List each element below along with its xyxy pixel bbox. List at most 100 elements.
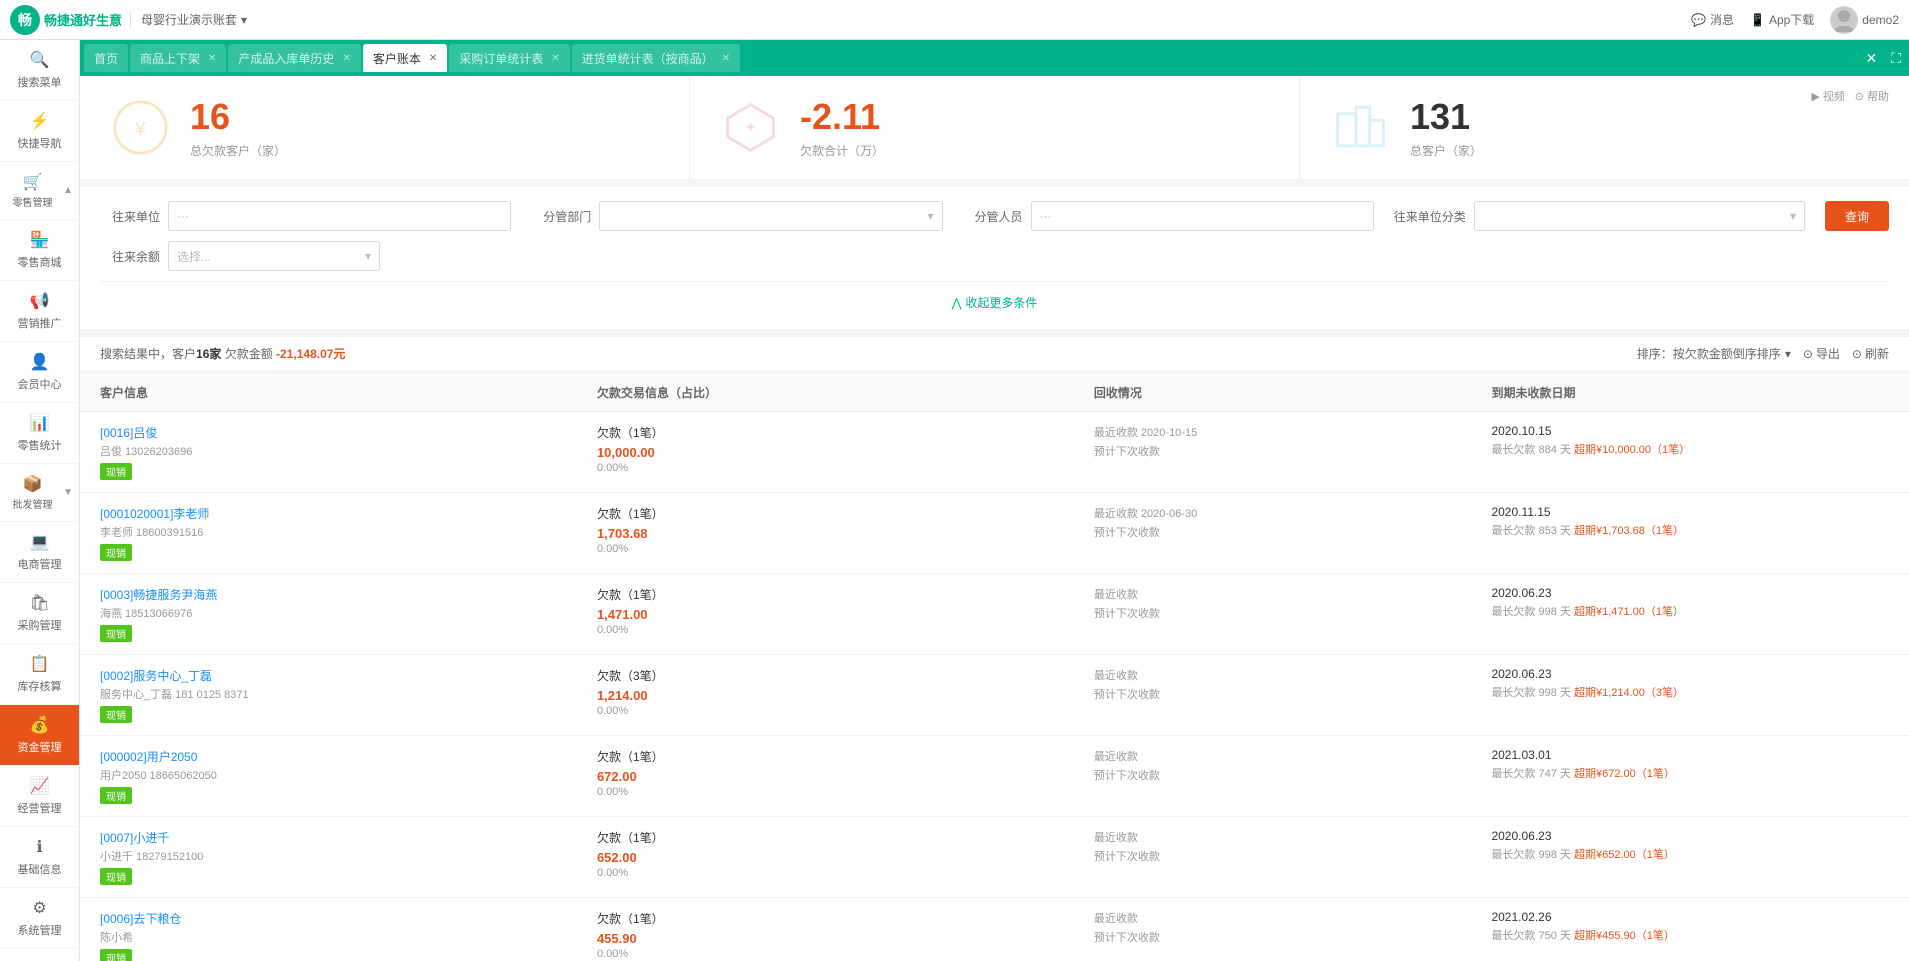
sidebar-item-basic-info[interactable]: ℹ 基础信息 bbox=[0, 827, 79, 888]
debt-info-cell: 欠款（1笔） 1,703.68 0.00% bbox=[597, 505, 1094, 555]
sort-selector[interactable]: 排序：按欠款金额倒序排序 ▾ bbox=[1637, 345, 1791, 362]
overdue-link[interactable]: 超期¥10,000.00（1笔） bbox=[1574, 444, 1690, 456]
sidebar-item-retail-mgmt[interactable]: 🛒 零售管理 ▲ bbox=[0, 162, 79, 220]
export-btn[interactable]: ⊙ 导出 bbox=[1803, 345, 1840, 362]
results-customer-count: 16家 bbox=[196, 347, 221, 361]
balance-label: 往来余额 bbox=[100, 248, 160, 265]
total-customers-info: 131 总客户（家） bbox=[1410, 96, 1879, 159]
tab-expand-btn[interactable]: ⛶ bbox=[1887, 48, 1905, 69]
overdue-link[interactable]: 超期¥652.00（1笔） bbox=[1574, 849, 1675, 861]
overdue-cell: 2020.06.23 最长欠款 998 天 超期¥1,471.00（1笔） bbox=[1491, 586, 1889, 619]
customer-name-link[interactable]: [0007]小进千 bbox=[100, 829, 597, 846]
collapse-btn[interactable]: ⋀ 收起更多条件 bbox=[952, 290, 1038, 315]
overdue-cell: 2020.10.15 最长欠款 884 天 超期¥10,000.00（1笔） bbox=[1491, 424, 1889, 457]
tab-product-listing-close[interactable]: ✕ bbox=[208, 53, 216, 64]
sidebar-item-retail-stats[interactable]: 📊 零售统计 bbox=[0, 403, 79, 464]
sidebar-item-finance[interactable]: 💰 资金管理 bbox=[0, 705, 79, 766]
overdue-link[interactable]: 超期¥1,703.68（1笔） bbox=[1574, 525, 1684, 537]
customer-name-link[interactable]: [0001020001]李老师 bbox=[100, 505, 597, 522]
total-customers-label: 总客户（家） bbox=[1410, 142, 1879, 159]
message-btn[interactable]: 💬 消息 bbox=[1691, 11, 1734, 28]
sidebar-item-ecommerce[interactable]: 💻 电商管理 bbox=[0, 522, 79, 583]
manager-placeholder: ··· bbox=[1040, 209, 1052, 223]
tab-customer-account-label: 客户账本 bbox=[373, 50, 421, 67]
sidebar-item-batch-mgmt[interactable]: 📦 批发管理 ▼ bbox=[0, 464, 79, 522]
tab-home[interactable]: 首页 bbox=[84, 44, 128, 72]
overdue-link[interactable]: 超期¥1,471.00（1笔） bbox=[1574, 606, 1684, 618]
sidebar-item-inventory[interactable]: 📋 库存核算 bbox=[0, 644, 79, 705]
customer-contact: 用户2050 18665062050 bbox=[100, 767, 597, 783]
store-selector[interactable]: 母婴行业演示账套 ▾ bbox=[130, 11, 247, 28]
tab-customer-account-close[interactable]: ✕ bbox=[429, 53, 437, 64]
view-btn[interactable]: ▶ 视频 bbox=[1811, 88, 1844, 104]
collection-cell: 最近收款 预计下次收款 bbox=[1094, 829, 1492, 864]
next-collect: 预计下次收款 bbox=[1094, 848, 1492, 864]
table-row: [0006]去下粮仓 陈小希 现销 欠款（1笔） 455.90 0.00% 最近… bbox=[80, 898, 1909, 961]
collapse-label: 收起更多条件 bbox=[965, 294, 1037, 311]
overdue-link[interactable]: 超期¥1,214.00（3笔） bbox=[1574, 687, 1684, 699]
tab-purchase-order-stats-close[interactable]: ✕ bbox=[551, 53, 559, 64]
debt-percent: 0.00% bbox=[597, 786, 1094, 798]
collection-cell: 最近收款 预计下次收款 bbox=[1094, 586, 1492, 621]
from-unit-input[interactable]: ··· bbox=[168, 201, 511, 231]
tab-purchase-stats-product-close[interactable]: ✕ bbox=[722, 53, 730, 64]
debt-info-cell: 欠款（1笔） 10,000.00 0.00% bbox=[597, 424, 1094, 474]
tab-purchase-order-stats[interactable]: 采购订单统计表 ✕ bbox=[449, 44, 569, 72]
overdue-days: 最长欠款 750 天 超期¥455.90（1笔） bbox=[1491, 927, 1889, 943]
debt-count: 欠款（1笔） bbox=[597, 910, 1094, 927]
tab-purchase-stats-product[interactable]: 进货单统计表（按商品） ✕ bbox=[572, 44, 740, 72]
user-profile[interactable]: demo2 bbox=[1830, 6, 1899, 34]
inventory-icon: 📋 bbox=[30, 654, 50, 674]
customer-name-link[interactable]: [0003]畅捷服务尹海燕 bbox=[100, 586, 597, 603]
customer-name-link[interactable]: [000002]用户2050 bbox=[100, 748, 597, 765]
customer-name-link[interactable]: [0006]去下粮仓 bbox=[100, 910, 597, 927]
logo-area: 畅 畅捷通好生意 bbox=[10, 5, 122, 35]
sidebar-item-operation[interactable]: 📈 经营管理 bbox=[0, 766, 79, 827]
sidebar-item-member-center[interactable]: 👤 会员中心 bbox=[0, 342, 79, 403]
tab-home-label: 首页 bbox=[94, 50, 118, 67]
tab-collapse-btn[interactable]: ✕ bbox=[1861, 48, 1881, 69]
debt-percent: 0.00% bbox=[597, 624, 1094, 636]
refresh-btn[interactable]: ⊙ 刷新 bbox=[1852, 345, 1889, 362]
unit-category-select[interactable]: ▾ bbox=[1474, 201, 1805, 231]
table-row: [0016]吕俊 吕俊 13026203696 现销 欠款（1笔） 10,000… bbox=[80, 412, 1909, 493]
col-debt-info: 欠款交易信息（占比） bbox=[597, 384, 1094, 401]
tab-production-history[interactable]: 产成品入库单历史 ✕ bbox=[228, 44, 360, 72]
overdue-cell: 2021.02.26 最长欠款 750 天 超期¥455.90（1笔） bbox=[1491, 910, 1889, 943]
stat-owe-customers: ¥ 16 总欠款客户（家） bbox=[80, 76, 690, 179]
app-download-btn[interactable]: 📱 App下载 bbox=[1750, 11, 1814, 28]
col-collection: 回收情况 bbox=[1094, 384, 1492, 401]
sidebar-item-quick-nav[interactable]: ⚡ 快捷导航 bbox=[0, 101, 79, 162]
filter-unit-category: 往来单位分类 ▾ bbox=[1394, 201, 1805, 231]
overdue-link[interactable]: 超期¥455.90（1笔） bbox=[1574, 930, 1675, 942]
customer-name-link[interactable]: [0002]服务中心_丁磊 bbox=[100, 667, 597, 684]
tab-product-listing[interactable]: 商品上下架 ✕ bbox=[130, 44, 226, 72]
tab-customer-account[interactable]: 客户账本 ✕ bbox=[363, 44, 447, 72]
customer-info-cell: [0016]吕俊 吕俊 13026203696 现销 bbox=[100, 424, 597, 480]
debt-amount: 455.90 bbox=[597, 931, 1094, 946]
owe-amount-info: -2.11 欠款合计（万） bbox=[800, 96, 1269, 159]
tab-production-history-close[interactable]: ✕ bbox=[342, 53, 350, 64]
customer-contact: 陈小希 bbox=[100, 929, 597, 945]
customer-name-link[interactable]: [0016]吕俊 bbox=[100, 424, 597, 441]
help-btn[interactable]: ⊙ 帮助 bbox=[1855, 88, 1889, 104]
results-prefix: 搜索结果中，客户 bbox=[100, 347, 196, 361]
search-menu-icon: 🔍 bbox=[30, 50, 50, 70]
sidebar-item-label: 资金管理 bbox=[18, 739, 62, 755]
search-button[interactable]: 查询 bbox=[1825, 201, 1889, 231]
overdue-days: 最长欠款 998 天 超期¥652.00（1笔） bbox=[1491, 846, 1889, 862]
sidebar-item-retail-store[interactable]: 🏪 零售商城 bbox=[0, 220, 79, 281]
sidebar-item-purchase[interactable]: 🛍 采购管理 bbox=[0, 583, 79, 644]
manager-input[interactable]: ··· bbox=[1031, 201, 1374, 231]
store-name: 母婴行业演示账套 bbox=[141, 11, 237, 28]
overdue-link[interactable]: 超期¥672.00（1笔） bbox=[1574, 768, 1675, 780]
last-collect: 最近收款 bbox=[1094, 829, 1492, 845]
last-collect: 最近收款 bbox=[1094, 910, 1492, 926]
balance-select[interactable]: 选择... ▾ bbox=[168, 241, 380, 271]
dept-select[interactable]: ▾ bbox=[599, 201, 942, 231]
sidebar-item-search-menu[interactable]: 🔍 搜索菜单 bbox=[0, 40, 79, 101]
overdue-cell: 2020.11.15 最长欠款 853 天 超期¥1,703.68（1笔） bbox=[1491, 505, 1889, 538]
sidebar-item-enterprise[interactable]: 🤝 企业协同 bbox=[0, 949, 79, 961]
sidebar-item-system[interactable]: ⚙ 系统管理 bbox=[0, 888, 79, 949]
sidebar-item-marketing[interactable]: 📢 营销推广 bbox=[0, 281, 79, 342]
